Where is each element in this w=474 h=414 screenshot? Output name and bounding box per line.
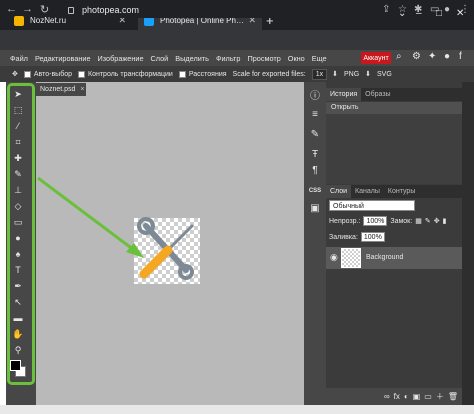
fill-label: Заливка: (329, 233, 358, 241)
annotation-arrow-icon (37, 176, 144, 258)
delete-layer-icon[interactable]: 🗑 (448, 392, 458, 401)
new-layer-icon[interactable]: ＋ (436, 391, 444, 402)
fill-input[interactable]: 100% (360, 232, 385, 242)
layer-thumbnail (341, 248, 361, 268)
image-panel-icon[interactable]: ▣ (308, 202, 322, 216)
tab-layers[interactable]: Слои (326, 185, 352, 198)
history-panel-tabs: История Образы (326, 88, 462, 101)
history-list (326, 114, 462, 184)
layers-panel (326, 198, 462, 388)
link-layers-icon[interactable]: ∞ (384, 392, 390, 401)
blend-mode-select[interactable]: Обычный (329, 200, 415, 211)
history-item[interactable]: Открыть (326, 102, 462, 114)
opacity-label: Непрозр.: (329, 217, 361, 225)
lock-image-icon[interactable]: ✎ (425, 217, 431, 225)
layers-footer: ∞ fx ◐ ▣ ▭ ＋ 🗑 (326, 388, 462, 405)
paragraph-icon[interactable]: ¶ (308, 164, 322, 178)
opacity-row: Непрозр.: 100% Замок: ▦ ✎ ✥ ▮ (329, 216, 446, 226)
tab-history[interactable]: История (326, 88, 362, 101)
visibility-eye-icon[interactable]: ◉ (330, 252, 338, 263)
tab-swatches[interactable]: Образы (361, 88, 394, 101)
panel-collapse-column (462, 82, 474, 405)
lock-all-icon[interactable]: ▮ (443, 217, 447, 225)
css-panel-button[interactable]: CSS (308, 184, 322, 198)
mask-icon[interactable]: ▣ (413, 392, 421, 401)
brush-settings-icon[interactable]: ✎ (308, 128, 322, 142)
lock-label: Замок: (390, 217, 413, 225)
sliders-icon[interactable]: ≡ (308, 108, 322, 122)
tab-paths[interactable]: Контуры (384, 185, 419, 198)
fill-row: Заливка: 100% (329, 232, 388, 242)
window-bottom-edge (0, 405, 474, 414)
character-icon[interactable]: Ŧ (308, 148, 322, 162)
layer-name: Background (366, 254, 404, 261)
layer-effects-icon[interactable]: fx (394, 392, 400, 401)
info-icon[interactable]: ⓘ (308, 90, 322, 104)
new-group-icon[interactable]: ▭ (424, 392, 432, 401)
tools-image-icon (137, 217, 194, 280)
opacity-input[interactable]: 100% (363, 216, 388, 226)
adjustment-layer-icon[interactable]: ◐ (404, 392, 409, 401)
layers-panel-tabs: Слои Каналы Контуры (326, 185, 462, 198)
tab-channels[interactable]: Каналы (351, 185, 384, 198)
lock-transparency-icon[interactable]: ▦ (415, 217, 422, 225)
lock-position-icon[interactable]: ✥ (434, 217, 440, 225)
